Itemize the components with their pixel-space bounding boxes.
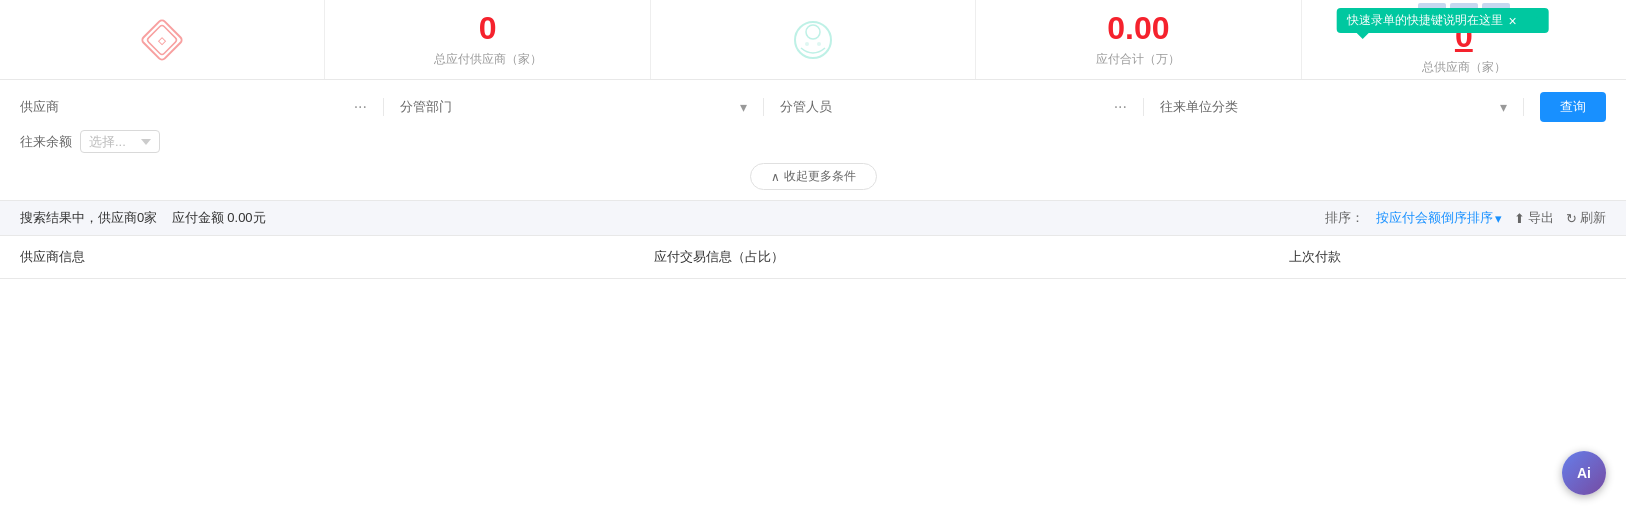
export-icon: ⬆ bbox=[1514, 211, 1525, 226]
table-body bbox=[0, 279, 1626, 515]
tooltip-text: 快速录单的快捷键说明在这里 bbox=[1347, 12, 1503, 29]
result-amount-text: 应付金额 0.00元 bbox=[172, 210, 266, 225]
svg-text:◇: ◇ bbox=[157, 35, 167, 46]
result-text: 搜索结果中，供应商0家 bbox=[20, 210, 157, 225]
refresh-icon: ↻ bbox=[1566, 211, 1577, 226]
filter-row-2: 往来余额 选择... bbox=[20, 130, 1606, 157]
export-button[interactable]: ⬆ 导出 bbox=[1514, 209, 1554, 227]
sort-label: 排序： bbox=[1325, 209, 1364, 227]
filter-person: 分管人员 ··· bbox=[764, 98, 1144, 116]
stat-total-payable-suppliers: 0 总应付供应商（家） bbox=[325, 0, 650, 79]
stat-icon-area: ◇ bbox=[0, 0, 325, 79]
refresh-button[interactable]: ↻ 刷新 bbox=[1566, 209, 1606, 227]
center-icon-area bbox=[651, 0, 976, 79]
svg-point-4 bbox=[806, 25, 820, 39]
col-lastpay-header: 上次付款 bbox=[1289, 248, 1606, 266]
amount-balance-label: 往来余额 bbox=[20, 133, 72, 151]
svg-point-6 bbox=[817, 42, 821, 46]
piggy-icon bbox=[781, 8, 845, 72]
supplier-dots[interactable]: ··· bbox=[354, 98, 367, 116]
result-bar: 搜索结果中，供应商0家 应付金额 0.00元 排序： 按应付会额倒序排序 ▾ ⬆… bbox=[0, 201, 1626, 236]
tooltip-banner: 快速录单的快捷键说明在这里 × bbox=[1337, 8, 1549, 33]
total-payable-suppliers-number: 0 bbox=[479, 11, 497, 46]
export-label: 导出 bbox=[1528, 209, 1554, 227]
stats-bar: ◇ 0 总应付供应商（家） 0.00 应付合计（万） 快速录单的快捷键说明在这里… bbox=[0, 0, 1626, 80]
department-label: 分管部门 bbox=[400, 98, 456, 116]
unit-category-label: 往来单位分类 bbox=[1160, 98, 1238, 116]
payable-total-number: 0.00 bbox=[1107, 11, 1169, 46]
collapse-button-label: 收起更多条件 bbox=[784, 168, 856, 185]
sort-value[interactable]: 按应付会额倒序排序 ▾ bbox=[1376, 209, 1502, 227]
amount-balance-select[interactable]: 选择... bbox=[80, 130, 160, 153]
person-input[interactable] bbox=[836, 100, 1110, 115]
filter-row-1: 供应商 ··· 分管部门 ▾ 分管人员 ··· 往来单位分类 ▾ 查询 bbox=[20, 92, 1606, 122]
total-suppliers-label: 总供应商（家） bbox=[1422, 59, 1506, 76]
collapse-button[interactable]: ∧ 收起更多条件 bbox=[750, 163, 877, 190]
person-label: 分管人员 bbox=[780, 98, 836, 116]
result-summary: 搜索结果中，供应商0家 应付金额 0.00元 bbox=[20, 209, 266, 227]
col-transaction-header: 应付交易信息（占比） bbox=[654, 248, 1288, 266]
person-dots[interactable]: ··· bbox=[1114, 98, 1127, 116]
filter-section: 供应商 ··· 分管部门 ▾ 分管人员 ··· 往来单位分类 ▾ 查询 往来余额 bbox=[0, 80, 1626, 201]
svg-point-5 bbox=[805, 42, 809, 46]
refresh-label: 刷新 bbox=[1580, 209, 1606, 227]
unit-category-chevron[interactable]: ▾ bbox=[1500, 99, 1507, 115]
filter-unit-category: 往来单位分类 ▾ bbox=[1144, 98, 1524, 116]
stat-payable-total: 0.00 应付合计（万） bbox=[976, 0, 1301, 79]
stat-total-suppliers: 快速录单的快捷键说明在这里 × 0 总供应商（家） bbox=[1302, 0, 1626, 79]
ai-float-button[interactable]: Ai bbox=[1562, 451, 1606, 495]
filter-supplier: 供应商 ··· bbox=[20, 98, 384, 116]
query-button[interactable]: 查询 bbox=[1540, 92, 1606, 122]
sort-chevron-icon: ▾ bbox=[1495, 211, 1502, 226]
green-dot bbox=[1529, 16, 1539, 26]
department-input[interactable] bbox=[456, 100, 736, 115]
supplier-label: 供应商 bbox=[20, 98, 76, 116]
collapse-row: ∧ 收起更多条件 bbox=[20, 157, 1606, 192]
payable-total-label: 应付合计（万） bbox=[1096, 51, 1180, 68]
filter-department: 分管部门 ▾ bbox=[384, 98, 764, 116]
department-chevron[interactable]: ▾ bbox=[740, 99, 747, 115]
sort-value-text: 按应付会额倒序排序 bbox=[1376, 209, 1493, 227]
supplier-input[interactable] bbox=[76, 100, 350, 115]
table-header: 供应商信息 应付交易信息（占比） 上次付款 bbox=[0, 236, 1626, 279]
result-right: 排序： 按应付会额倒序排序 ▾ ⬆ 导出 ↻ 刷新 bbox=[1325, 209, 1606, 227]
unit-category-input[interactable] bbox=[1238, 100, 1496, 115]
total-payable-suppliers-label: 总应付供应商（家） bbox=[434, 51, 542, 68]
tooltip-close-button[interactable]: × bbox=[1509, 14, 1517, 28]
table-section: 供应商信息 应付交易信息（占比） 上次付款 bbox=[0, 236, 1626, 515]
col-supplier-header: 供应商信息 bbox=[20, 248, 654, 266]
filter-amount-balance: 往来余额 选择... bbox=[20, 130, 160, 153]
collapse-chevron-icon: ∧ bbox=[771, 170, 780, 184]
diamond-icon: ◇ bbox=[133, 11, 191, 69]
